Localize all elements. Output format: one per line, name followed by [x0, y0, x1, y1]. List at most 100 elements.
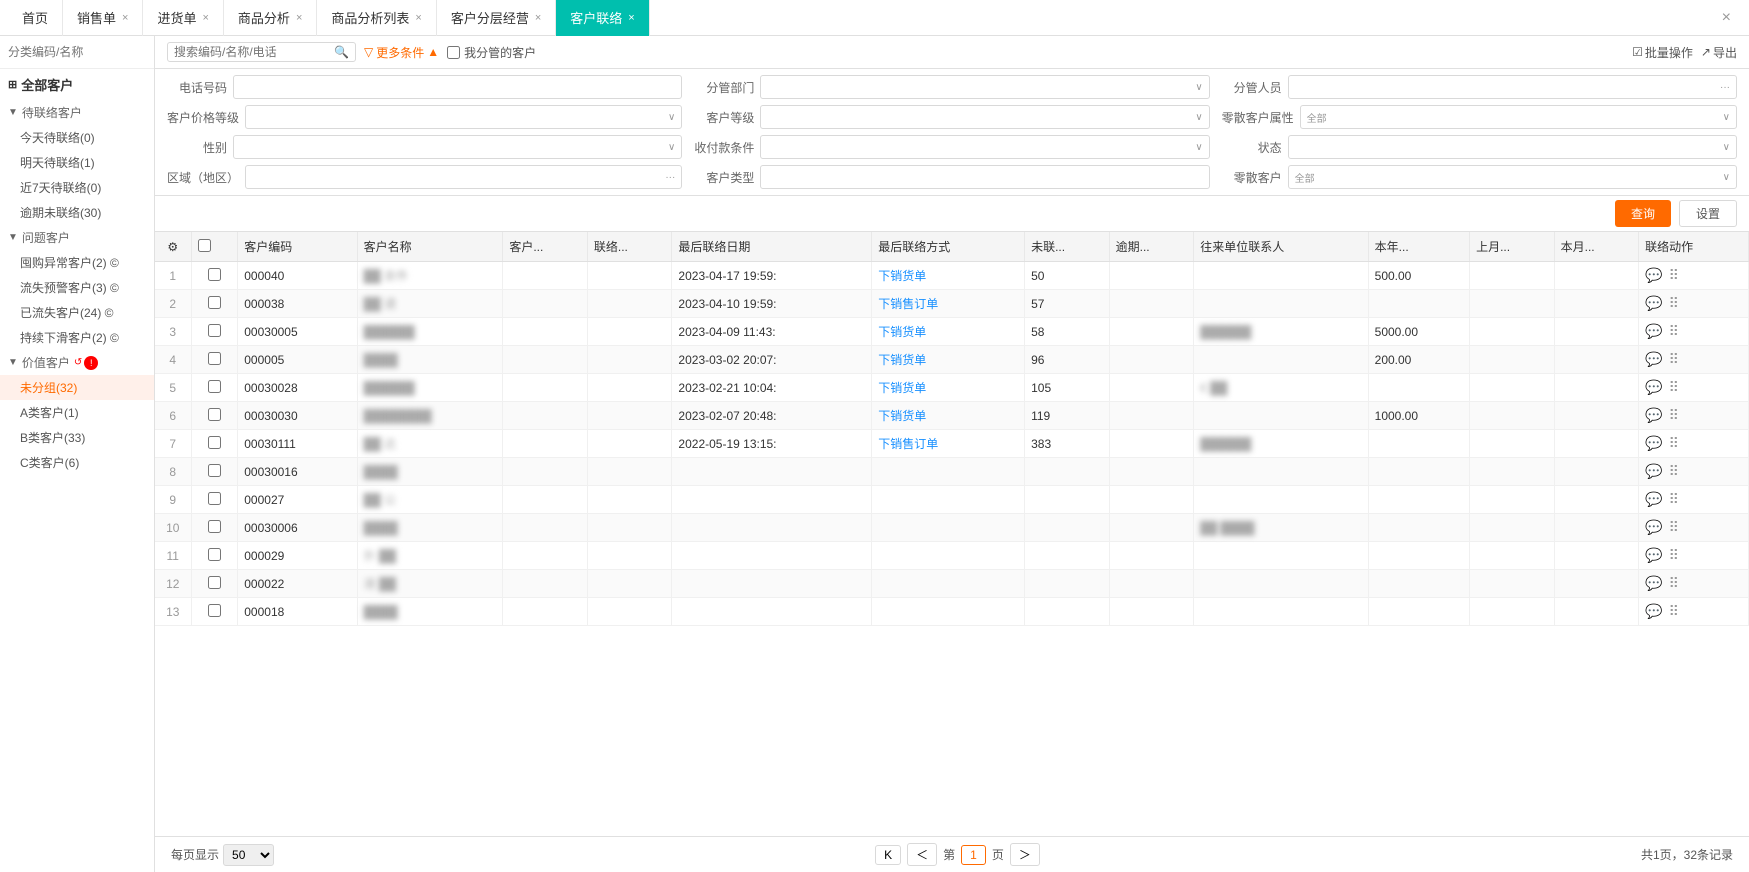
more-icon[interactable]: ⠿	[1669, 463, 1679, 480]
sidebar-item-class-c[interactable]: C类客户(6)	[0, 450, 154, 475]
row-checkbox[interactable]	[191, 514, 238, 542]
current-page[interactable]: 1	[961, 845, 986, 865]
sidebar-item-overdue[interactable]: 逾期未联络(30)	[0, 200, 154, 225]
search-button[interactable]: 查询	[1615, 200, 1671, 227]
more-icon[interactable]: ⠿	[1669, 575, 1679, 592]
close-tab-2[interactable]: ×	[296, 12, 302, 24]
gender-input[interactable]: ∨	[233, 135, 682, 159]
sidebar-item-class-a[interactable]: A类客户(1)	[0, 400, 154, 425]
more-icon[interactable]: ⠿	[1669, 379, 1679, 396]
sidebar-item-ungrouped[interactable]: 未分组(32)	[0, 375, 154, 400]
nav-tab-5[interactable]: 客户联络 ×	[556, 0, 649, 36]
retail-attr-input[interactable]: 全部∨	[1300, 105, 1737, 129]
customer-type-input[interactable]	[760, 165, 1209, 189]
nav-home[interactable]: 首页	[8, 0, 63, 36]
col-checkbox[interactable]	[191, 232, 238, 262]
close-tab-5[interactable]: ×	[628, 12, 634, 24]
row-checkbox[interactable]	[191, 542, 238, 570]
row-checkbox[interactable]	[191, 570, 238, 598]
batch-operate-button[interactable]: ☑ 批量操作	[1632, 44, 1693, 61]
sidebar-search-input[interactable]	[8, 45, 155, 59]
close-tab-1[interactable]: ×	[202, 12, 208, 24]
row-checkbox[interactable]	[191, 318, 238, 346]
message-icon[interactable]: 💬	[1645, 519, 1662, 536]
sidebar-item-today[interactable]: 今天待联络(0)	[0, 125, 154, 150]
more-icon[interactable]: ⠿	[1669, 603, 1679, 620]
prev-page-button[interactable]: ＜	[907, 843, 937, 866]
my-customers-check[interactable]	[447, 46, 460, 59]
close-all-button[interactable]: ×	[1712, 9, 1741, 27]
row-checkbox[interactable]	[191, 486, 238, 514]
message-icon[interactable]: 💬	[1645, 295, 1662, 312]
row-checkbox[interactable]	[191, 262, 238, 290]
sidebar-group-pending[interactable]: ▼ 待联络客户	[0, 100, 154, 125]
message-icon[interactable]: 💬	[1645, 575, 1662, 592]
row-checkbox[interactable]	[191, 374, 238, 402]
my-customers-checkbox[interactable]: 我分管的客户	[447, 44, 536, 61]
message-icon[interactable]: 💬	[1645, 463, 1662, 480]
message-icon[interactable]: 💬	[1645, 435, 1662, 452]
message-icon[interactable]: 💬	[1645, 379, 1662, 396]
first-page-button[interactable]: K	[875, 845, 901, 865]
row-checkbox[interactable]	[191, 346, 238, 374]
nav-tab-0[interactable]: 销售单 ×	[63, 0, 143, 36]
row-checkbox[interactable]	[191, 458, 238, 486]
region-input[interactable]: ···	[245, 165, 682, 189]
sidebar-item-declining[interactable]: 持续下滑客户(2) ©	[0, 325, 154, 350]
retail-customer-input[interactable]: 全部∨	[1288, 165, 1737, 189]
more-icon[interactable]: ⠿	[1669, 435, 1679, 452]
payment-input[interactable]: ∨	[760, 135, 1209, 159]
more-icon[interactable]: ⠿	[1669, 519, 1679, 536]
more-icon[interactable]: ⠿	[1669, 323, 1679, 340]
more-icon[interactable]: ⠿	[1669, 547, 1679, 564]
more-icon[interactable]: ⠿	[1669, 351, 1679, 368]
close-tab-4[interactable]: ×	[535, 12, 541, 24]
message-icon[interactable]: 💬	[1645, 603, 1662, 620]
sidebar-item-churned[interactable]: 已流失客户(24) ©	[0, 300, 154, 325]
sidebar-item-churn-warning[interactable]: 流失预警客户(3) ©	[0, 275, 154, 300]
customer-level-input[interactable]: ∨	[760, 105, 1209, 129]
search-input[interactable]	[174, 45, 334, 59]
sidebar-item-class-b[interactable]: B类客户(33)	[0, 425, 154, 450]
row-checkbox[interactable]	[191, 290, 238, 318]
message-icon[interactable]: 💬	[1645, 323, 1662, 340]
select-all-checkbox[interactable]	[198, 239, 211, 252]
row-checkbox[interactable]	[191, 402, 238, 430]
more-icon[interactable]: ⠿	[1669, 295, 1679, 312]
export-button[interactable]: ↗ 导出	[1701, 44, 1737, 61]
message-icon[interactable]: 💬	[1645, 547, 1662, 564]
message-icon[interactable]: 💬	[1645, 351, 1662, 368]
dept-input[interactable]: ∨	[760, 75, 1209, 99]
sidebar-item-7days[interactable]: 近7天待联络(0)	[0, 175, 154, 200]
sidebar-item-hoarding[interactable]: 囤购异常客户(2) ©	[0, 250, 154, 275]
per-page-select[interactable]: 50 20 100	[223, 844, 274, 866]
reset-button[interactable]: 设置	[1679, 200, 1737, 227]
message-icon[interactable]: 💬	[1645, 407, 1662, 424]
search-icon[interactable]: 🔍	[334, 45, 349, 59]
nav-tab-4[interactable]: 客户分层经营 ×	[437, 0, 556, 36]
col-settings[interactable]: ⚙	[155, 232, 191, 262]
sidebar-item-tomorrow[interactable]: 明天待联络(1)	[0, 150, 154, 175]
more-icon[interactable]: ⠿	[1669, 407, 1679, 424]
row-checkbox[interactable]	[191, 430, 238, 458]
all-customers-header[interactable]: ⊞ 全部客户	[0, 69, 154, 100]
row-checkbox[interactable]	[191, 598, 238, 626]
message-icon[interactable]: 💬	[1645, 267, 1662, 284]
nav-tab-3[interactable]: 商品分析列表 ×	[317, 0, 436, 36]
message-icon[interactable]: 💬	[1645, 491, 1662, 508]
nav-tab-1[interactable]: 进货单 ×	[143, 0, 223, 36]
close-tab-3[interactable]: ×	[415, 12, 421, 24]
next-page-button[interactable]: ＞	[1010, 843, 1040, 866]
nav-tab-2[interactable]: 商品分析 ×	[224, 0, 317, 36]
more-conditions-button[interactable]: ▽ 更多条件 ▲	[364, 44, 439, 61]
filter-action-bar: 查询 设置	[155, 196, 1749, 232]
person-input[interactable]: ···	[1288, 75, 1737, 99]
sidebar-group-value[interactable]: ▼ 价值客户 ↺ !	[0, 350, 154, 375]
status-input[interactable]: ∨	[1288, 135, 1737, 159]
more-icon[interactable]: ⠿	[1669, 491, 1679, 508]
close-tab-0[interactable]: ×	[122, 12, 128, 24]
phone-input[interactable]	[233, 75, 682, 99]
sidebar-group-problem[interactable]: ▼ 问题客户	[0, 225, 154, 250]
price-level-input[interactable]: ∨	[245, 105, 682, 129]
more-icon[interactable]: ⠿	[1669, 267, 1679, 284]
